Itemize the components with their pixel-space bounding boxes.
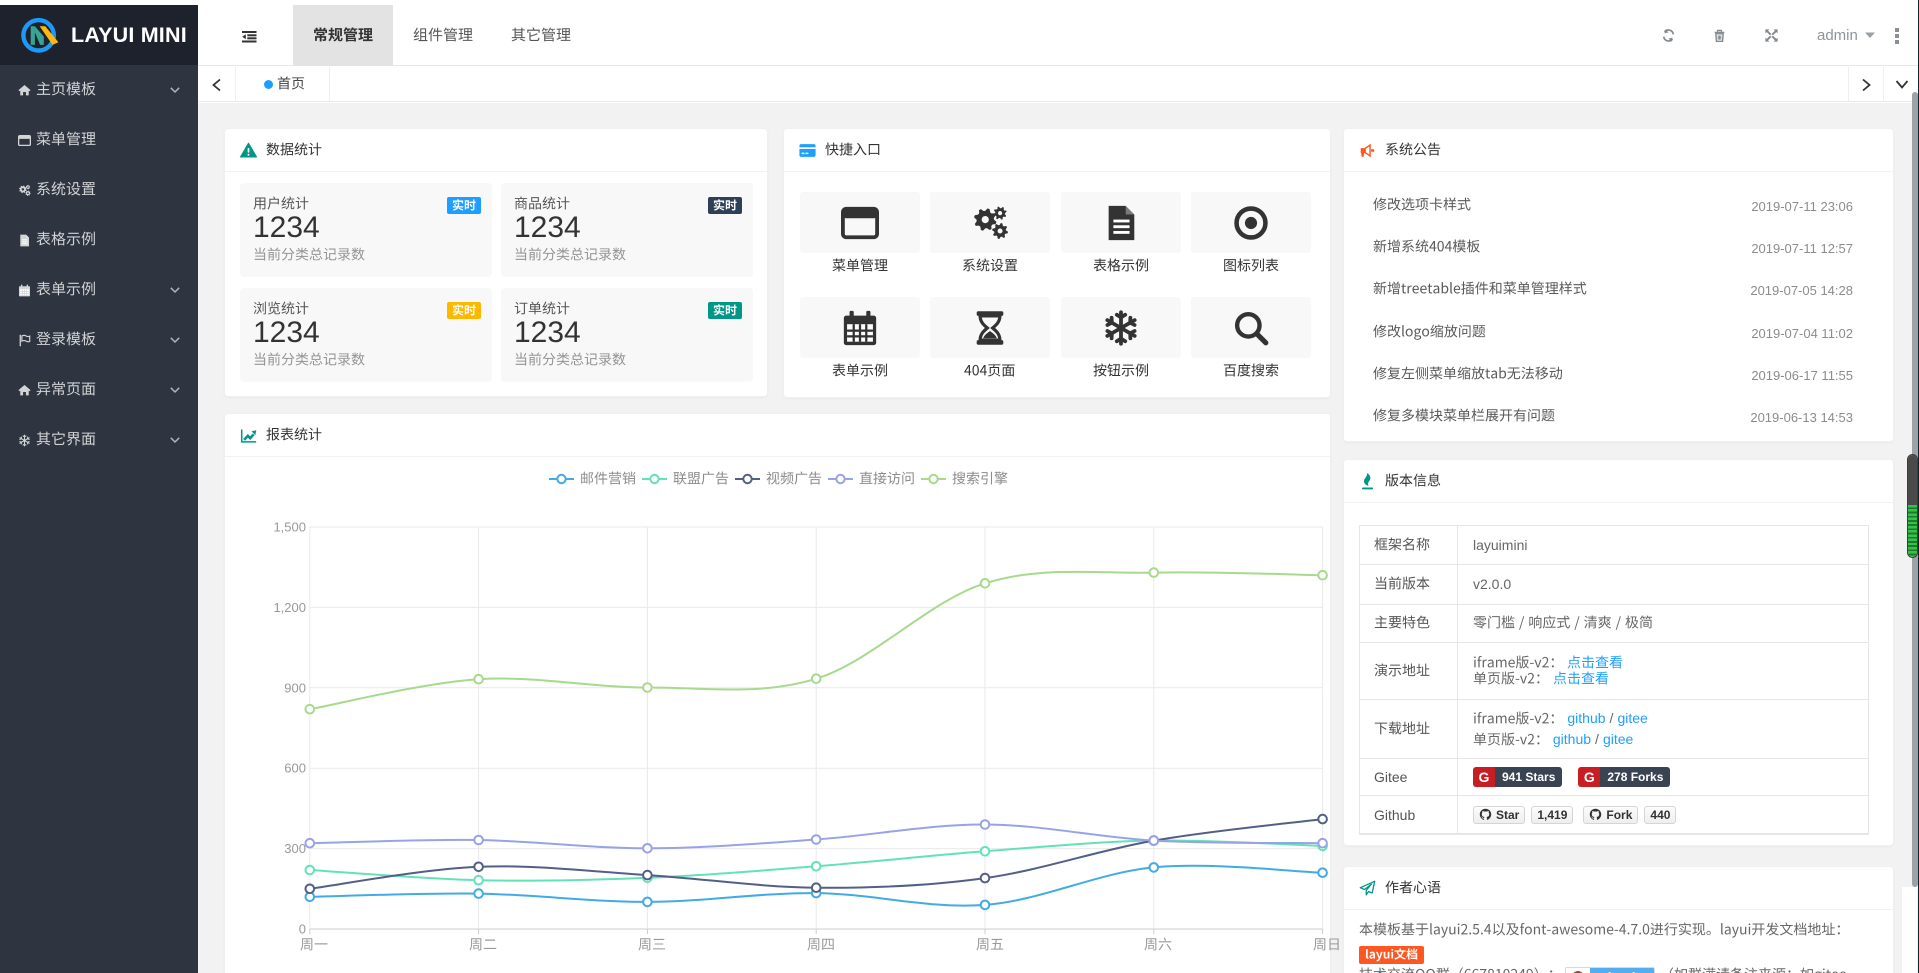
svg-text:600: 600 (284, 761, 306, 776)
svg-text:1,200: 1,200 (273, 600, 306, 615)
svg-text:1,500: 1,500 (273, 520, 306, 535)
svg-text:900: 900 (284, 680, 306, 695)
svg-text:0: 0 (299, 922, 306, 937)
svg-text:300: 300 (284, 841, 306, 856)
